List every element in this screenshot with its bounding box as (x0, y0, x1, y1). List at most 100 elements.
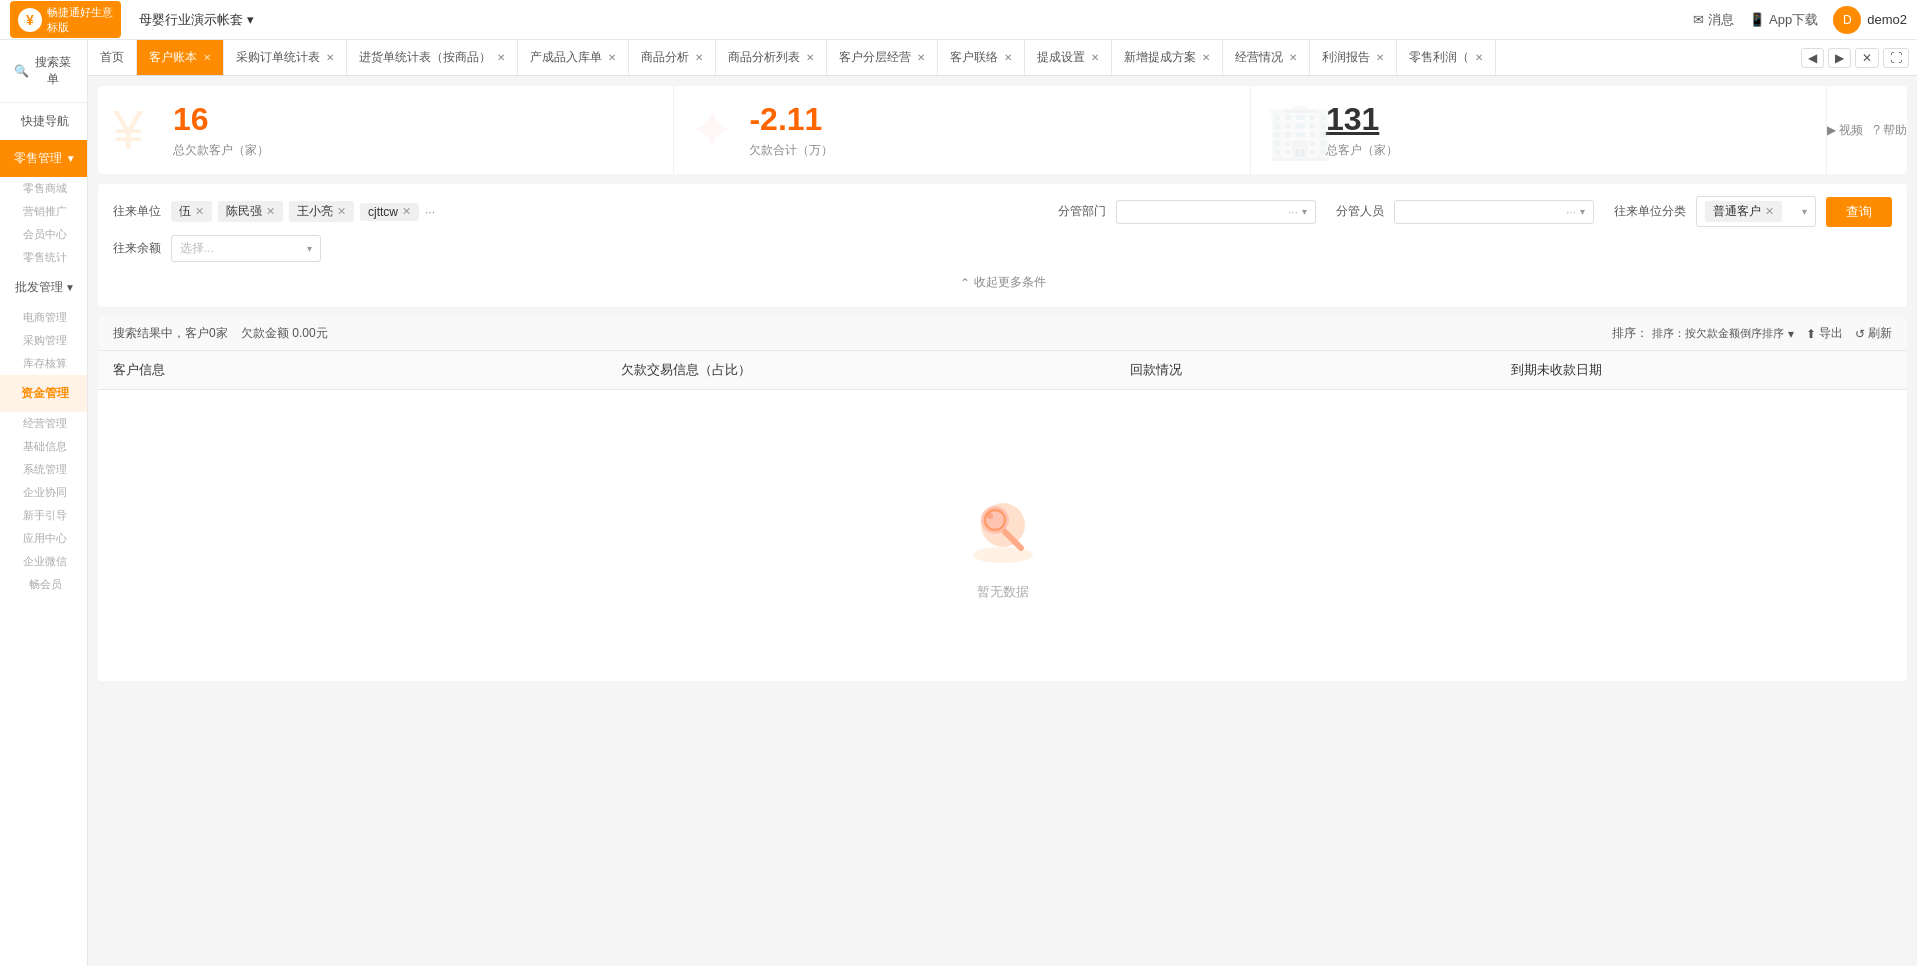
close-icon[interactable]: ✕ (1376, 52, 1384, 63)
close-icon[interactable]: ✕ (326, 52, 334, 63)
tab-customer-tier[interactable]: 客户分层经营 ✕ (827, 40, 938, 76)
more-tags-button[interactable]: ··· (425, 205, 435, 219)
message-icon: ✉ (1693, 12, 1704, 27)
tab-retail-profit[interactable]: 零售利润（ ✕ (1397, 40, 1496, 76)
help-button[interactable]: ? 帮助 (1873, 122, 1907, 139)
sidebar-item-purchase[interactable]: 采购管理 (0, 329, 87, 352)
stat-value-total: 131 (1326, 101, 1398, 138)
results-info: 搜索结果中，客户0家 欠款金额 0.00元 (113, 325, 328, 342)
close-icon[interactable]: ✕ (695, 52, 703, 63)
sidebar-item-enterprise-wechat[interactable]: 企业微信 (0, 550, 87, 573)
remainder-select[interactable]: 选择... ▾ (171, 235, 321, 262)
tab-product-analysis-list[interactable]: 商品分析列表 ✕ (716, 40, 827, 76)
tab-customer-link[interactable]: 客户联络 ✕ (938, 40, 1025, 76)
tab-customer-ledger[interactable]: 客户账本 ✕ (137, 40, 224, 76)
person-filter-label: 分管人员 (1336, 203, 1384, 220)
message-button[interactable]: ✉ 消息 (1693, 11, 1734, 29)
unit-type-select[interactable]: 普通客户 ✕ ▾ (1696, 196, 1816, 227)
stat-bg-icon2: ✦ (689, 98, 735, 162)
org-selector[interactable]: 母婴行业演示帐套 ▾ (131, 7, 262, 33)
logo-icon: ¥ (18, 8, 42, 32)
close-icon[interactable]: ✕ (1202, 52, 1210, 63)
user-profile[interactable]: D demo2 (1833, 6, 1907, 34)
remove-tag-chen[interactable]: ✕ (266, 205, 275, 218)
sidebar-item-system[interactable]: 系统管理 (0, 458, 87, 481)
tab-operations-status[interactable]: 经营情况 ✕ (1223, 40, 1310, 76)
sidebar-item-quick-nav[interactable]: 零售管理 快捷导航 (0, 103, 87, 140)
sidebar-item-operations[interactable]: 经营管理 (0, 412, 87, 435)
close-icon[interactable]: ✕ (203, 52, 211, 63)
query-button[interactable]: 查询 (1826, 197, 1892, 227)
search-menu-button[interactable]: 🔍 搜索菜单 (8, 48, 79, 94)
dept-select[interactable]: ··· ▾ (1116, 200, 1316, 224)
chevron-down-icon3: ▾ (1802, 206, 1807, 217)
remove-tag-wang[interactable]: ✕ (337, 205, 346, 218)
top-header: ¥ 畅捷通好生意 标版 母婴行业演示帐套 ▾ ✉ 消息 📱 App下载 D de… (0, 0, 1917, 40)
app-logo: ¥ 畅捷通好生意 标版 (10, 1, 121, 38)
stat-card-debt-content: -2.11 欠款合计（万） (749, 101, 833, 159)
sort-select[interactable]: 排序： 排序：按欠款金额倒序排序 ▾ (1612, 325, 1794, 342)
close-icon[interactable]: ✕ (497, 52, 505, 63)
sidebar-search-area: 🔍 搜索菜单 (0, 40, 87, 103)
close-icon[interactable]: ✕ (806, 52, 814, 63)
tab-product-analysis[interactable]: 商品分析 ✕ (629, 40, 716, 76)
filter-tag-normal-customer: 普通客户 ✕ (1705, 201, 1782, 222)
remove-tag-wu[interactable]: ✕ (195, 205, 204, 218)
sidebar-item-ecommerce[interactable]: 电商管理 (0, 306, 87, 329)
person-select[interactable]: ··· ▾ (1394, 200, 1594, 224)
empty-illustration (953, 470, 1053, 570)
tab-product-entry[interactable]: 产成品入库单 ✕ (518, 40, 629, 76)
video-help-area: ▶ 视频 ? 帮助 (1827, 86, 1907, 174)
sidebar-item-retail-manage[interactable]: 零售管理 ▼ (0, 140, 87, 177)
remove-tag-cjttcw[interactable]: ✕ (402, 205, 411, 218)
close-icon[interactable]: ✕ (608, 52, 616, 63)
tab-new-promotion[interactable]: 新增提成方案 ✕ (1112, 40, 1223, 76)
sidebar-item-retail-mall[interactable]: 零售商城 (0, 177, 87, 200)
sidebar-item-newbie[interactable]: 新手引导 (0, 504, 87, 527)
close-icon[interactable]: ✕ (917, 52, 925, 63)
unit-filter-tags: 伍 ✕ 陈民强 ✕ 王小亮 ✕ cjttcw ✕ (171, 201, 1028, 222)
tab-inbound-stats[interactable]: 进货单统计表（按商品） ✕ (347, 40, 518, 76)
stat-value-debt: -2.11 (749, 101, 833, 138)
tab-purchase-order-stats[interactable]: 采购订单统计表 ✕ (224, 40, 347, 76)
close-icon[interactable]: ✕ (1004, 52, 1012, 63)
content-area: 首页 客户账本 ✕ 采购订单统计表 ✕ 进货单统计表（按商品） ✕ 产成品入库单… (88, 40, 1917, 966)
stat-label-customers: 总欠款客户（家） (173, 142, 269, 159)
tab-profit-report[interactable]: 利润报告 ✕ (1310, 40, 1397, 76)
results-actions: 排序： 排序：按欠款金额倒序排序 ▾ ⬆ 导出 ↺ 刷新 (1612, 325, 1892, 342)
unit-type-label: 往来单位分类 (1614, 203, 1686, 220)
refresh-button[interactable]: ↺ 刷新 (1855, 325, 1892, 342)
tab-expand[interactable]: ⛶ (1883, 48, 1909, 68)
results-bar: 搜索结果中，客户0家 欠款金额 0.00元 排序： 排序：按欠款金额倒序排序 ▾… (98, 317, 1907, 351)
chevron-down-icon: ▼ (65, 282, 75, 293)
video-button[interactable]: ▶ 视频 (1827, 122, 1863, 139)
sidebar-item-app-center[interactable]: 应用中心 (0, 527, 87, 550)
sidebar-item-marketing[interactable]: 营销推广 (0, 200, 87, 223)
close-icon[interactable]: ✕ (1289, 52, 1297, 63)
chevron-down-icon4: ▾ (307, 243, 312, 254)
sidebar-item-inventory[interactable]: 库存核算 (0, 352, 87, 375)
sidebar-item-batch-manage[interactable]: 批发管理 ▼ (0, 269, 87, 306)
sidebar-item-member-center[interactable]: 会员中心 (0, 223, 87, 246)
collapse-button[interactable]: ⌃ 收起更多条件 (113, 270, 1892, 295)
tab-scroll-left[interactable]: ◀ (1801, 48, 1824, 68)
tab-promotion-settings[interactable]: 提成设置 ✕ (1025, 40, 1112, 76)
tab-scroll-right[interactable]: ▶ (1828, 48, 1851, 68)
header-right: ✉ 消息 📱 App下载 D demo2 (1693, 6, 1907, 34)
sidebar-item-basic-info[interactable]: 基础信息 (0, 435, 87, 458)
export-button[interactable]: ⬆ 导出 (1806, 325, 1843, 342)
remove-tag-normal[interactable]: ✕ (1765, 205, 1774, 218)
sidebar-item-finance[interactable]: 资金管理 (0, 375, 87, 412)
data-table: 客户信息 欠款交易信息（占比） 回款情况 到期未收款日期 (98, 351, 1907, 681)
tab-close-all[interactable]: ✕ (1855, 48, 1879, 68)
tab-home[interactable]: 首页 (88, 40, 137, 76)
stats-bar: ¥ 16 总欠款客户（家） ✦ -2.11 欠款合计（万） 🏢 (98, 86, 1907, 174)
app-download-button[interactable]: 📱 App下载 (1749, 11, 1818, 29)
sidebar-item-retail-stats[interactable]: 零售统计 (0, 246, 87, 269)
sidebar-item-enterprise[interactable]: 企业协同 (0, 481, 87, 504)
close-icon[interactable]: ✕ (1475, 52, 1483, 63)
empty-icon (953, 470, 1053, 573)
sidebar-item-member-card[interactable]: 畅会员 (0, 573, 87, 596)
close-icon[interactable]: ✕ (1091, 52, 1099, 63)
mobile-icon: 📱 (1749, 12, 1765, 27)
